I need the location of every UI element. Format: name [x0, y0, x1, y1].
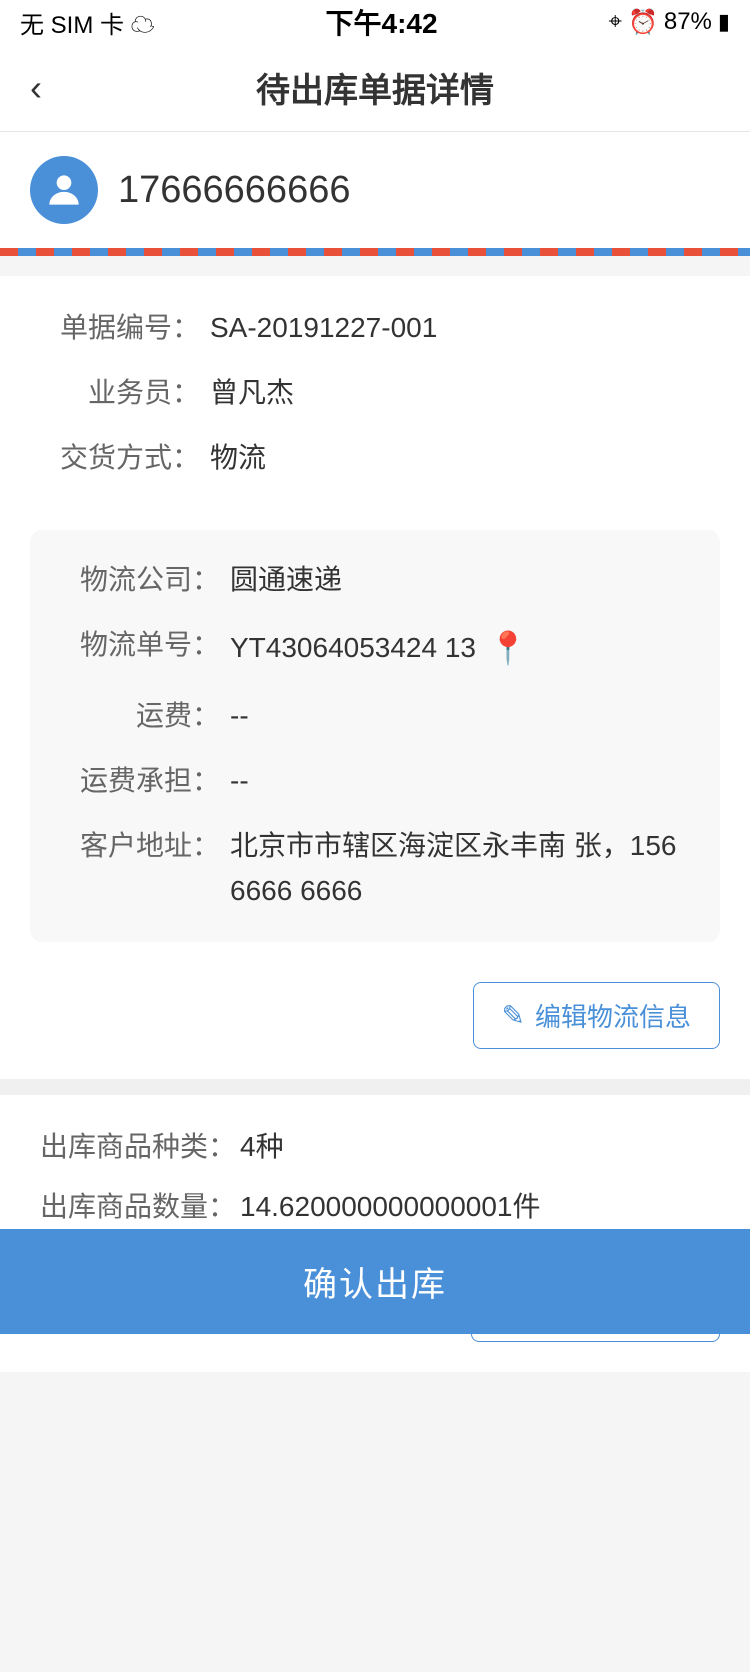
back-button[interactable]: ‹: [30, 67, 42, 109]
carrier-text: 无 SIM 卡 ☁: [20, 5, 155, 40]
goods-quantity-label: 出库商品数量：: [40, 1185, 240, 1225]
logistics-wrapper: 物流公司： 圆通速递 物流单号： YT43064053424 13 📍 运费： …: [0, 510, 750, 1078]
freight-bearer-row: 运费承担： --: [60, 759, 690, 804]
goods-quantity-value: 14.620000000000001件: [240, 1185, 710, 1225]
confirm-btn-area: 确认出库: [0, 1229, 750, 1334]
page-title: 待出库单据详情: [256, 63, 494, 112]
status-time: 下午4:42: [326, 2, 438, 42]
tracking-no-row: 物流单号： YT43064053424 13 📍: [60, 623, 690, 674]
delivery-method-row: 交货方式： 物流: [40, 436, 710, 481]
logistics-company-label: 物流公司：: [60, 558, 220, 603]
freight-row: 运费： --: [60, 694, 690, 739]
delivery-method-label: 交货方式：: [40, 436, 200, 481]
logistics-company-row: 物流公司： 圆通速递: [60, 558, 690, 603]
status-bar: 无 SIM 卡 ☁ 下午4:42 ⌖ ⏰ 87% ▮: [0, 0, 750, 44]
user-avatar-icon: [42, 168, 86, 212]
goods-types-value: 4种: [240, 1125, 710, 1165]
edit-icon: ✎: [502, 999, 525, 1032]
status-right: ⌖ ⏰ 87% ▮: [608, 8, 730, 37]
logistics-company-value: 圆通速递: [230, 558, 690, 603]
goods-types-label: 出库商品种类：: [40, 1125, 240, 1165]
customer-section: 17666666666: [0, 132, 750, 248]
document-no-value: SA-20191227-001: [210, 306, 710, 351]
freight-bearer-value: --: [230, 759, 690, 804]
logistics-card: 物流公司： 圆通速递 物流单号： YT43064053424 13 📍 运费： …: [30, 530, 720, 941]
confirm-outbound-button[interactable]: 确认出库: [303, 1257, 447, 1306]
sales-person-label: 业务员：: [40, 371, 200, 416]
tracking-no-label: 物流单号：: [60, 623, 220, 668]
freight-label: 运费：: [60, 694, 220, 739]
document-no-label: 单据编号：: [40, 306, 200, 351]
tracking-no-value: YT43064053424 13 📍: [230, 623, 690, 674]
address-value: 北京市市辖区海淀区永丰南 张，156 6666 6666: [230, 824, 690, 914]
location-pin-icon[interactable]: 📍: [488, 623, 528, 674]
freight-value: --: [230, 694, 690, 739]
avatar: [30, 156, 98, 224]
edit-btn-row: ✎ 编辑物流信息: [0, 962, 750, 1079]
nav-bar: ‹ 待出库单据详情: [0, 44, 750, 132]
goods-quantity-row: 出库商品数量： 14.620000000000001件: [40, 1185, 710, 1225]
sales-person-row: 业务员： 曾凡杰: [40, 371, 710, 416]
customer-phone: 17666666666: [118, 169, 350, 212]
battery-text: 87%: [664, 8, 712, 36]
address-label: 客户地址：: [60, 824, 220, 869]
address-row: 客户地址： 北京市市辖区海淀区永丰南 张，156 6666 6666: [60, 824, 690, 914]
status-left: 无 SIM 卡 ☁: [20, 5, 155, 40]
bottom-spacer: [0, 1372, 750, 1572]
edit-btn-label: 编辑物流信息: [535, 997, 691, 1034]
alarm-icon: ⏰: [628, 8, 658, 37]
battery-icon: ▮: [718, 9, 730, 35]
freight-bearer-label: 运费承担：: [60, 759, 220, 804]
basic-info-section: 单据编号： SA-20191227-001 业务员： 曾凡杰 交货方式： 物流: [0, 276, 750, 510]
location-indicator: ⌖: [608, 8, 622, 36]
goods-types-row: 出库商品种类： 4种: [40, 1125, 710, 1165]
section-separator: [0, 1079, 750, 1095]
dashed-divider: [0, 248, 750, 256]
edit-logistics-button[interactable]: ✎ 编辑物流信息: [473, 982, 720, 1049]
delivery-method-value: 物流: [210, 436, 710, 481]
document-no-row: 单据编号： SA-20191227-001: [40, 306, 710, 351]
sales-person-value: 曾凡杰: [210, 371, 710, 416]
tracking-no-text: YT43064053424 13: [230, 626, 476, 671]
